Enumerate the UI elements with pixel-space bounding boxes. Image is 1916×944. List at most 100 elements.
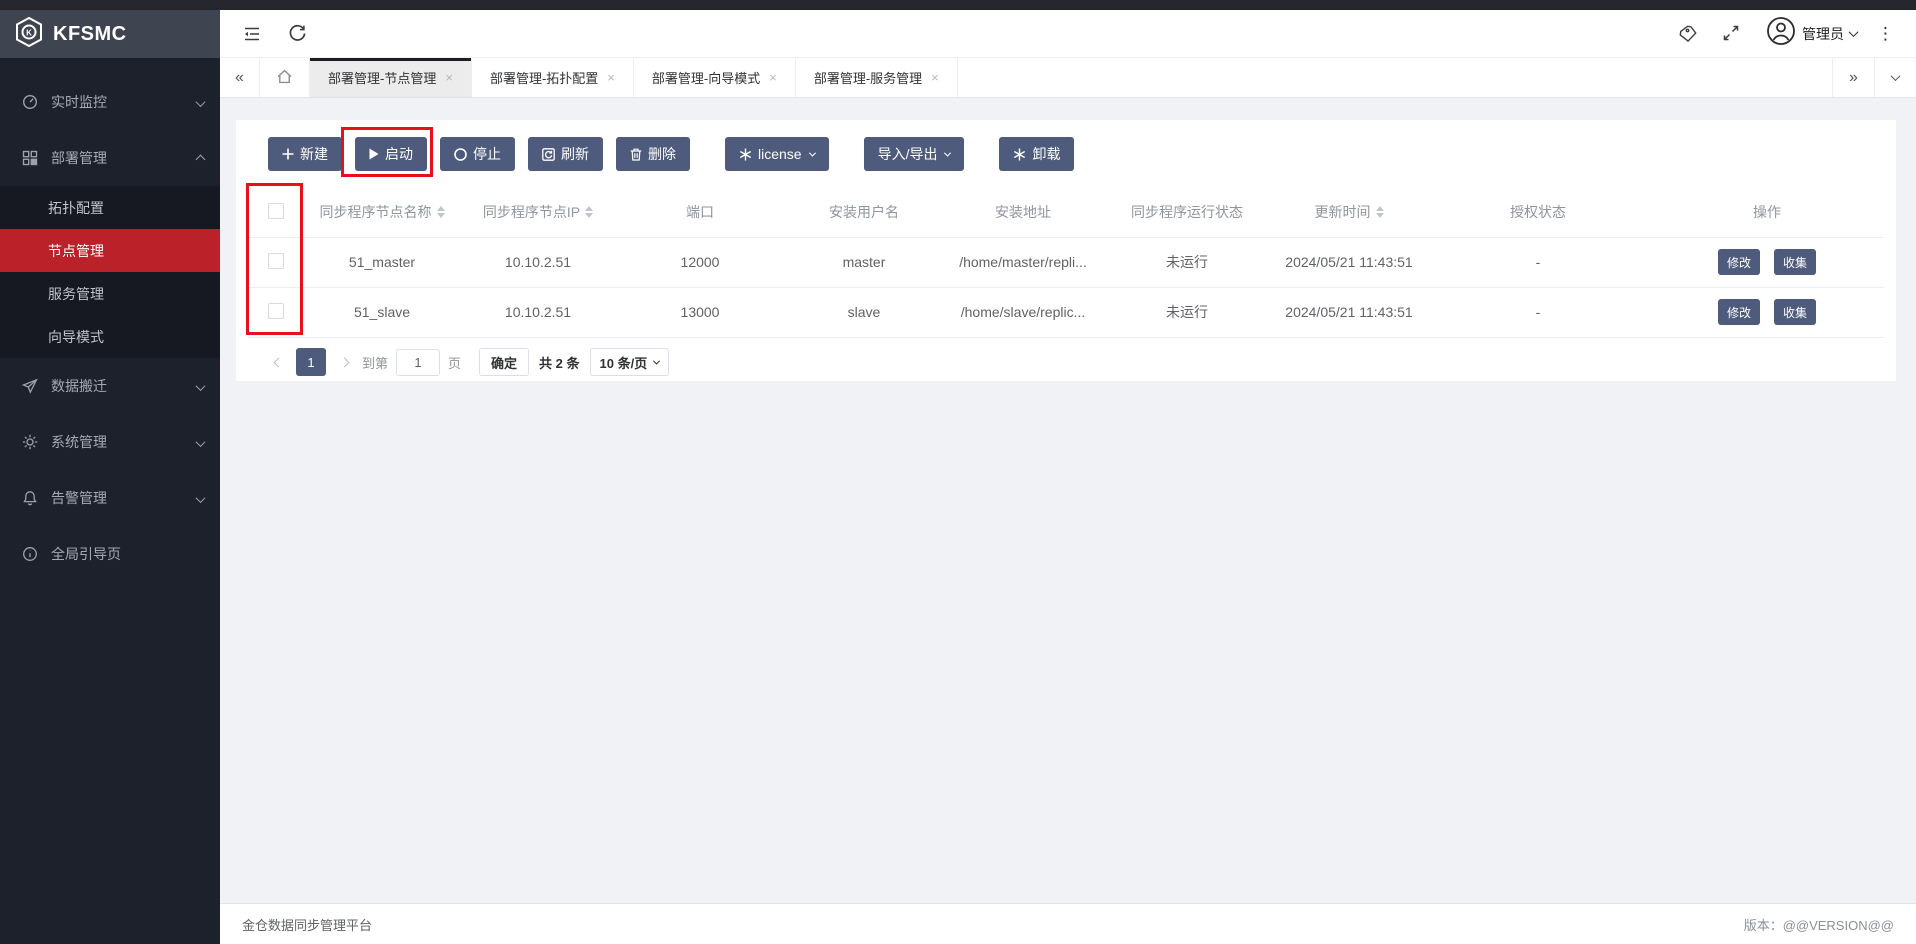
prev-page-button[interactable] (268, 357, 288, 367)
row-checkbox[interactable] (268, 252, 284, 269)
close-icon[interactable]: × (931, 70, 939, 85)
cell-port: 12000 (616, 237, 784, 288)
column-header-ip[interactable]: 同步程序节点IP (483, 202, 580, 222)
footer: 金仓数据同步管理平台 版本：@@VERSION@@ (220, 903, 1916, 944)
sidebar-item-label: 告警管理 (51, 490, 107, 506)
gauge-icon (22, 94, 38, 110)
grid-icon (22, 150, 38, 166)
sidebar-subitem-service-manage[interactable]: 服务管理 (0, 272, 220, 315)
home-tab-button[interactable] (260, 58, 310, 97)
page-size-value: 10 条/页 (599, 355, 648, 371)
tabs-scroll-right-button[interactable]: » (1832, 58, 1874, 97)
subitem-label: 节点管理 (48, 242, 104, 259)
delete-button[interactable]: 删除 (616, 137, 690, 171)
tabs-scroll-left-button[interactable]: « (220, 58, 260, 97)
sidebar-item-alarm-manage[interactable]: 告警管理 (0, 470, 220, 526)
chevron-up-icon (195, 150, 206, 166)
license-dropdown-button[interactable]: license (725, 137, 829, 171)
tab-deploy-service-manage[interactable]: 部署管理-服务管理 × (796, 58, 958, 97)
shield-logo-icon: K (13, 16, 45, 53)
sidebar-item-system-manage[interactable]: 系统管理 (0, 414, 220, 470)
collect-button[interactable]: 收集 (1773, 249, 1816, 275)
goto-confirm-button[interactable]: 确定 (479, 348, 530, 376)
window-top-strip (0, 0, 1916, 10)
new-button[interactable]: 新建 (268, 137, 342, 171)
chevron-down-icon (195, 490, 206, 506)
row-checkbox[interactable] (268, 302, 284, 319)
sidebar-menu: 实时监控 部署管理 拓扑配置 节点管理 服务管理 向导模式 数据搬迁 系统管理 … (0, 74, 220, 582)
sort-icon[interactable] (585, 206, 594, 219)
sort-icon[interactable] (1375, 206, 1384, 219)
sidebar-item-data-migration[interactable]: 数据搬迁 (0, 358, 220, 414)
status-badge: 未运行 (1102, 287, 1272, 338)
import-export-dropdown-button[interactable]: 导入/导出 (863, 137, 965, 171)
close-icon[interactable]: × (769, 70, 777, 85)
close-icon[interactable]: × (607, 70, 615, 85)
cell-time: 2024/05/21 11:43:51 (1272, 237, 1426, 288)
column-header-name[interactable]: 同步程序节点名称 (320, 202, 432, 222)
goto-suffix-label: 页 (448, 355, 462, 371)
refresh-square-icon (542, 147, 555, 161)
user-menu[interactable]: 管理员 (1766, 16, 1859, 51)
edit-button[interactable]: 修改 (1718, 299, 1761, 325)
tabs-dropdown-button[interactable] (1874, 58, 1916, 97)
sidebar-item-realtime-monitor[interactable]: 实时监控 (0, 74, 220, 130)
goto-prefix-label: 到第 (362, 355, 389, 371)
tag-icon[interactable] (1678, 24, 1698, 44)
page-size-select[interactable]: 10 条/页 (589, 348, 670, 376)
refresh-icon[interactable] (288, 24, 308, 44)
sidebar-item-label: 数据搬迁 (51, 378, 107, 394)
table-header-row: 同步程序节点名称 同步程序节点IP 端口 安装用户名 安装地址 同步程序运行状态… (248, 188, 1884, 238)
node-table: 同步程序节点名称 同步程序节点IP 端口 安装用户名 安装地址 同步程序运行状态… (248, 188, 1884, 338)
column-header-auth: 授权状态 (1426, 188, 1650, 238)
sidebar-item-global-guide[interactable]: 全局引导页 (0, 526, 220, 582)
start-button[interactable]: 启动 (355, 137, 427, 171)
goto-page-input[interactable] (396, 348, 441, 376)
footer-platform-name: 金仓数据同步管理平台 (242, 917, 373, 933)
close-icon[interactable]: × (445, 70, 453, 85)
sidebar-item-deploy-manage[interactable]: 部署管理 (0, 130, 220, 186)
menu-fold-icon[interactable] (242, 24, 262, 44)
avatar (1766, 16, 1796, 51)
stop-circle-icon (454, 147, 467, 161)
stop-button[interactable]: 停止 (440, 137, 515, 171)
pagination: 1 到第 页 确定 共 2 条 10 条/页 (268, 348, 670, 376)
column-header-user: 安装用户名 (784, 188, 944, 238)
sort-icon[interactable] (436, 206, 445, 219)
kebab-menu-icon[interactable]: ⋮ (1877, 24, 1894, 44)
cell-node-ip: 10.10.2.51 (460, 287, 616, 338)
tab-label: 部署管理-拓扑配置 (489, 71, 599, 86)
table-row: 51_master 10.10.2.51 12000 master /home/… (248, 237, 1884, 288)
column-header-time[interactable]: 更新时间 (1315, 202, 1371, 222)
sidebar-subitem-node-manage[interactable]: 节点管理 (0, 229, 220, 272)
page-number-button[interactable]: 1 (296, 348, 326, 376)
refresh-list-button[interactable]: 刷新 (528, 137, 603, 171)
tab-deploy-topology-config[interactable]: 部署管理-拓扑配置 × (472, 58, 634, 97)
total-count-label: 共 2 条 (539, 355, 580, 371)
fullscreen-icon[interactable] (1722, 24, 1742, 44)
sidebar-subitem-topology-config[interactable]: 拓扑配置 (0, 186, 220, 229)
tab-deploy-wizard-mode[interactable]: 部署管理-向导模式 × (634, 58, 796, 97)
play-icon (369, 148, 379, 160)
column-header-port: 端口 (616, 188, 784, 238)
cell-node-name: 51_master (304, 237, 460, 288)
cell-auth: - (1426, 237, 1650, 288)
tab-deploy-node-manage[interactable]: 部署管理-节点管理 × (310, 58, 472, 97)
home-icon (276, 68, 293, 88)
sidebar-item-label: 系统管理 (51, 434, 107, 450)
chevron-down-icon (195, 378, 206, 394)
plus-icon (282, 148, 294, 160)
subitem-label: 服务管理 (48, 285, 104, 302)
chevron-down-icon (195, 94, 206, 110)
paper-plane-icon (21, 378, 38, 394)
sidebar: K KFSMC 实时监控 部署管理 拓扑配置 节点管理 服务管理 向导模式 数据… (0, 10, 220, 944)
collect-button[interactable]: 收集 (1773, 299, 1816, 325)
next-page-button[interactable] (334, 357, 354, 367)
sidebar-subitem-wizard-mode[interactable]: 向导模式 (0, 315, 220, 358)
edit-button[interactable]: 修改 (1718, 249, 1761, 275)
select-all-checkbox[interactable] (268, 202, 284, 219)
column-header-status: 同步程序运行状态 (1102, 188, 1272, 238)
column-header-addr: 安装地址 (944, 188, 1102, 238)
uninstall-button[interactable]: 卸载 (999, 137, 1075, 171)
info-circle-icon (22, 546, 38, 562)
